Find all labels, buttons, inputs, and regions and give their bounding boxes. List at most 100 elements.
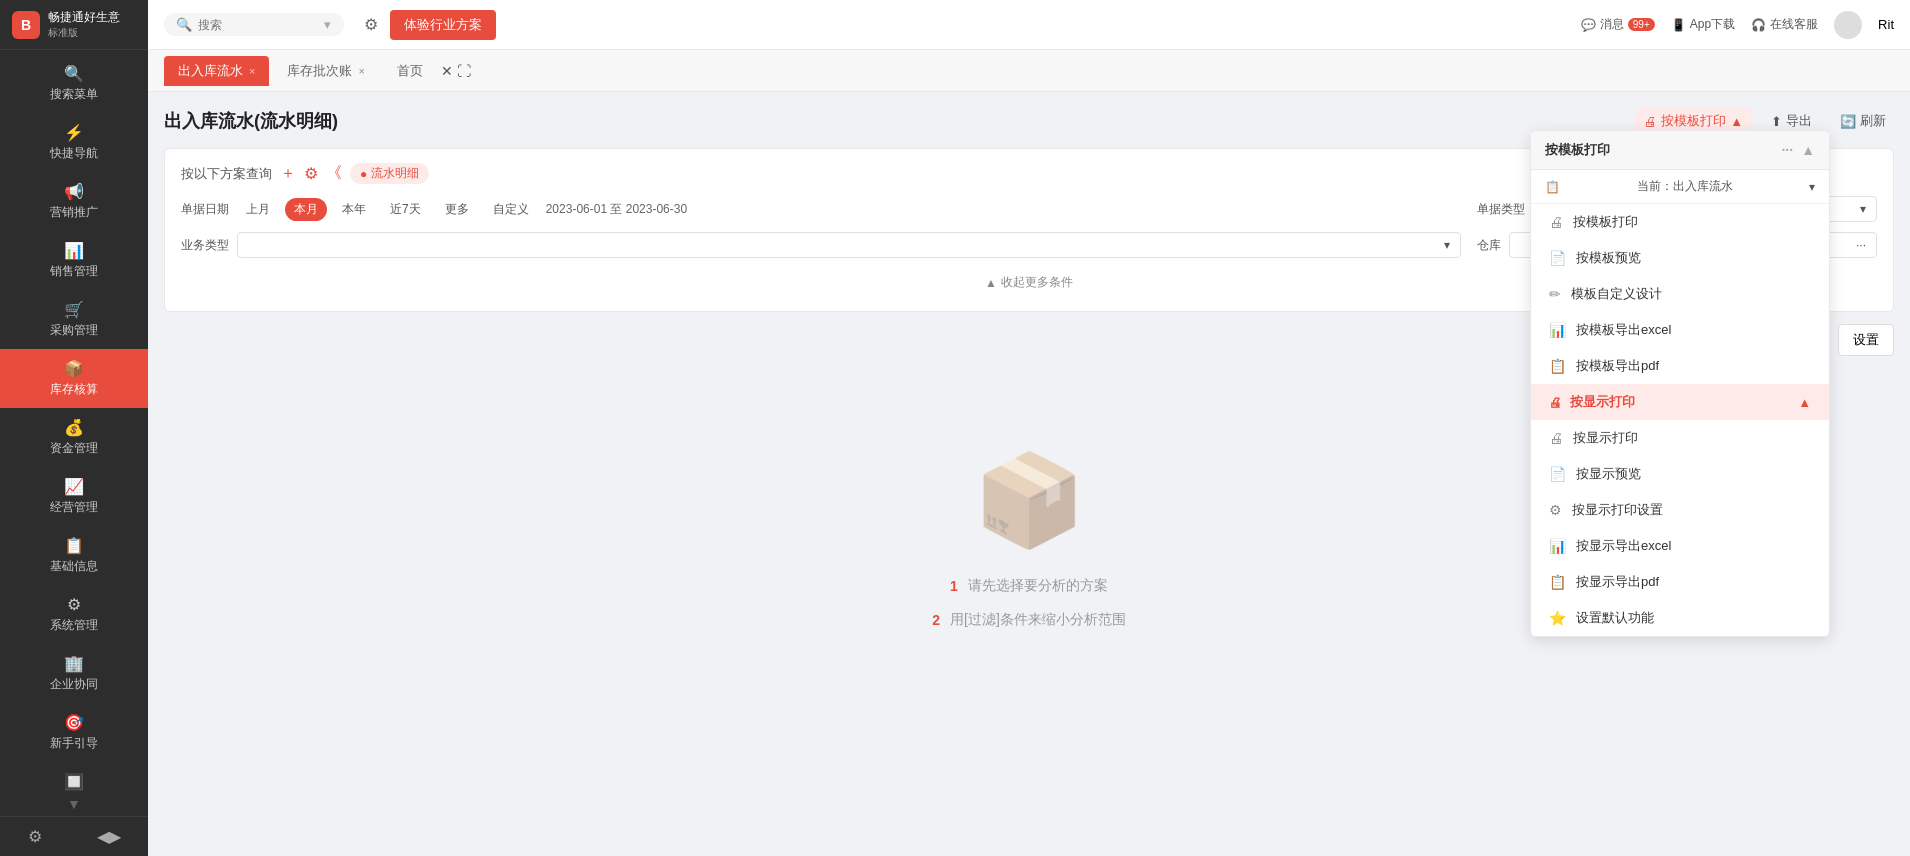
dropdown-item-display-print[interactable]: 🖨按显示打印 [1531, 420, 1829, 456]
online-service-item[interactable]: 🎧 在线客服 [1751, 16, 1818, 33]
app-center-icon: 🔲 [64, 772, 84, 791]
quick-nav-label: 快捷导航 [50, 145, 98, 162]
guide-icon: 🎯 [64, 713, 84, 732]
dropdown-item-template-preview[interactable]: 📄按模板预览 [1531, 240, 1829, 276]
sidebar-item-operations[interactable]: 📈经营管理 [0, 467, 148, 526]
expand-tabs-icon[interactable]: ⛶ [457, 63, 471, 79]
tabs-bar: 出入库流水× 库存批次账 × 首页 ✕ ⛶ [148, 50, 1910, 92]
guide-label: 新手引导 [50, 735, 98, 752]
tab-label-batch-account: 库存批次账 [287, 62, 352, 80]
operations-icon: 📈 [64, 477, 84, 496]
empty-illustration: 📦 [973, 448, 1085, 553]
template-preview-label: 按模板预览 [1576, 249, 1641, 267]
tab-batch-account[interactable]: 库存批次账 × [273, 56, 378, 86]
finance-label: 资金管理 [50, 440, 98, 457]
settings-topbar-icon[interactable]: ⚙ [364, 15, 378, 34]
industry-button[interactable]: 体验行业方案 [390, 10, 496, 40]
purchase-label: 采购管理 [50, 322, 98, 339]
dropdown-item-display-print-settings[interactable]: ⚙按显示打印设置 [1531, 492, 1829, 528]
tab-close-batch-account[interactable]: × [358, 65, 364, 77]
settings-icon[interactable]: ⚙ [28, 827, 42, 846]
dropdown-item-display-preview[interactable]: 📄按显示预览 [1531, 456, 1829, 492]
date-btn-更多[interactable]: 更多 [436, 198, 478, 221]
marketing-label: 营销推广 [50, 204, 98, 221]
tab-flow[interactable]: 出入库流水× [164, 56, 269, 86]
date-btn-本年[interactable]: 本年 [333, 198, 375, 221]
app-download-label: App下载 [1690, 16, 1735, 33]
date-btn-本月[interactable]: 本月 [285, 198, 327, 221]
template-excel-icon: 📊 [1549, 322, 1566, 338]
template-print-label: 按模板打印 [1573, 213, 1638, 231]
filter-settings-icon[interactable]: ⚙ [304, 164, 318, 183]
dropdown-item-set-default[interactable]: ⭐设置默认功能 [1531, 600, 1829, 636]
search-icon: 🔍 [176, 17, 192, 32]
doctype-dropdown-icon: ▾ [1860, 202, 1866, 216]
close-dropdown-icon[interactable]: ▲ [1801, 142, 1815, 158]
current-template-label: 当前：出入库流水 [1637, 178, 1733, 195]
sidebar-item-quick-nav[interactable]: ⚡快捷导航 [0, 113, 148, 172]
sidebar-item-app-center[interactable]: 🔲应用中心 [0, 762, 148, 792]
date-btn-近7天[interactable]: 近7天 [381, 198, 430, 221]
sidebar-item-inventory[interactable]: 📦库存核算 [0, 349, 148, 408]
collapse-sidebar-icon[interactable]: ◀▶ [97, 827, 121, 846]
dropdown-item-template-print[interactable]: 🖨按模板打印 [1531, 204, 1829, 240]
empty-step1: 1 请先选择要分析的方案 [950, 573, 1108, 599]
warehouse-more-icon[interactable]: ··· [1856, 238, 1866, 252]
sidebar-logo: B 畅捷通好生意 标准版 [0, 0, 148, 50]
tab-close-flow[interactable]: × [249, 65, 255, 77]
display-pdf-label: 按显示导出pdf [1576, 573, 1659, 591]
date-btn-上月[interactable]: 上月 [237, 198, 279, 221]
sidebar-item-guide[interactable]: 🎯 新手引导 [0, 703, 148, 762]
app-download-item[interactable]: 📱 App下载 [1671, 16, 1735, 33]
arrow-up-icon: ▲ [1730, 114, 1743, 129]
sidebar-item-marketing[interactable]: 📢 营销推广 [0, 172, 148, 231]
template-custom-icon: ✏ [1549, 286, 1561, 302]
dropdown-item-template-pdf[interactable]: 📋按模板导出pdf [1531, 348, 1829, 384]
collapse-up-icon: ▲ [985, 276, 997, 290]
dropdown-title: 按模板打印 [1545, 141, 1610, 159]
sidebar-item-basic-info[interactable]: 📋基础信息 [0, 526, 148, 585]
sidebar-item-purchase[interactable]: 🛒采购管理 [0, 290, 148, 349]
dropdown-item-template-custom[interactable]: ✏模板自定义设计 [1531, 276, 1829, 312]
dropdown-item-display-excel[interactable]: 📊按显示导出excel [1531, 528, 1829, 564]
current-template-icon: 📋 [1545, 180, 1560, 194]
topbar-right: 💬 消息 99+ 📱 App下载 🎧 在线客服 Rit [1581, 11, 1894, 39]
sidebar-item-finance[interactable]: 💰 资金管理 [0, 408, 148, 467]
biztype-label: 业务类型 [181, 237, 229, 254]
filter-tag[interactable]: ● 流水明细 [350, 163, 429, 184]
sidebar-item-search-menu[interactable]: 🔍搜索菜单 [0, 54, 148, 113]
avatar[interactable] [1834, 11, 1862, 39]
sidebar-item-sales[interactable]: 📊销售管理 [0, 231, 148, 290]
biztype-select[interactable]: ▾ [237, 232, 1461, 258]
dropdown-section-display-section[interactable]: 🖨按显示打印▲ [1531, 384, 1829, 420]
search-input[interactable] [198, 18, 318, 32]
add-filter-icon[interactable]: ＋ [280, 163, 296, 184]
message-icon: 💬 [1581, 18, 1596, 32]
dropdown-item-display-pdf[interactable]: 📋按显示导出pdf [1531, 564, 1829, 600]
display-preview-label: 按显示预览 [1576, 465, 1641, 483]
display-section-label: 按显示打印 [1570, 393, 1635, 411]
system-icon: ⚙ [67, 595, 81, 614]
close-tabs-icon[interactable]: ✕ [441, 63, 453, 79]
sidebar-item-enterprise[interactable]: 🏢企业协同 [0, 644, 148, 703]
display-print-settings-label: 按显示打印设置 [1572, 501, 1663, 519]
date-range-display: 2023-06-01 至 2023-06-30 [546, 201, 687, 218]
search-menu-icon: 🔍 [64, 64, 84, 83]
step1-number: 1 [950, 578, 958, 594]
date-btn-自定义[interactable]: 自定义 [484, 198, 538, 221]
marketing-icon: 📢 [64, 182, 84, 201]
current-dropdown-arrow[interactable]: ▾ [1809, 180, 1815, 194]
filter-tag-label: 流水明细 [371, 165, 419, 182]
dropdown-panel: 按模板打印 ··· ▲ 📋 当前：出入库流水 ▾ 🖨按模板打印📄按模板预览✏模板… [1530, 130, 1830, 637]
finance-icon: 💰 [64, 418, 84, 437]
message-item[interactable]: 💬 消息 99+ [1581, 16, 1655, 33]
sidebar-item-system[interactable]: ⚙系统管理 [0, 585, 148, 644]
search-box[interactable]: 🔍 ▾ [164, 13, 344, 36]
tab-home[interactable]: 首页 [383, 56, 437, 86]
settings-filter-button[interactable]: 设置 [1838, 324, 1894, 356]
collapse-icon[interactable]: 《 [326, 163, 342, 184]
refresh-button[interactable]: 🔄 刷新 [1832, 108, 1894, 134]
dropdown-item-template-excel[interactable]: 📊按模板导出excel [1531, 312, 1829, 348]
scroll-down-arrow[interactable]: ▼ [0, 792, 148, 816]
set-default-label: 设置默认功能 [1576, 609, 1654, 627]
